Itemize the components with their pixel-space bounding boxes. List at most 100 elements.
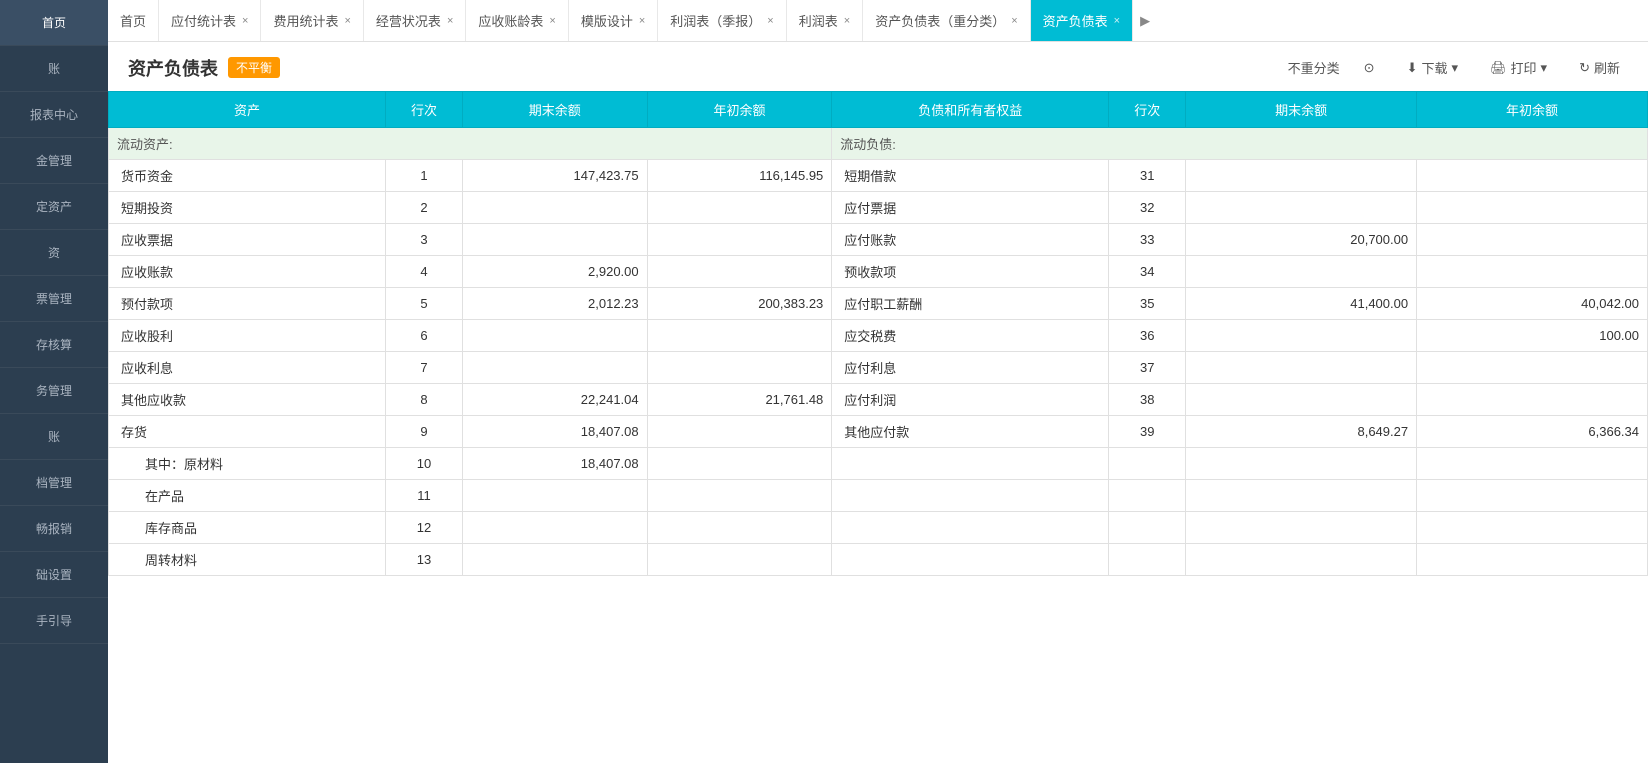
sidebar-item-fund[interactable]: 金管理 [0,138,108,184]
liability-label [832,544,1109,576]
tab-template-design[interactable]: 模版设计× [569,0,658,42]
asset-label: 应收账款 [109,256,386,288]
asset-line-num: 1 [386,160,463,192]
close-icon[interactable]: × [1114,15,1120,27]
sidebar-item-inventory[interactable]: 存核算 [0,322,108,368]
liability-line-num: 35 [1109,288,1186,320]
asset-line-num: 7 [386,352,463,384]
tab-bar: 首页 应付统计表× 费用统计表× 经营状况表× 应收账龄表× 模版设计× 利润表… [108,0,1648,42]
close-icon[interactable]: × [344,15,350,27]
asset-year-start [647,256,832,288]
asset-period-end: 2,920.00 [462,256,647,288]
asset-year-start [647,512,832,544]
asset-period-end [462,512,647,544]
tab-home[interactable]: 首页 [108,0,159,42]
report-table: 资产 行次 期末余额 年初余额 负债和所有者权益 行次 期末余额 年初余额 流动… [108,91,1648,576]
asset-label: 预付款项 [109,288,386,320]
tab-expense-stats[interactable]: 费用统计表× [261,0,363,42]
liability-period-end: 8,649.27 [1186,416,1417,448]
liability-label: 应交税费 [832,320,1109,352]
toolbar-right: 不重分类 ⊙ ⬇ 下载 ▾ 🖨 打印 ▾ ↻ 刷新 [1288,54,1628,81]
asset-line-num: 5 [386,288,463,320]
liability-year-start: 6,366.34 [1417,416,1648,448]
tab-balance[interactable]: 资产负债表× [1031,0,1133,42]
asset-line-num: 4 [386,256,463,288]
close-icon[interactable]: × [767,15,773,27]
download-button[interactable]: ⬇ 下载 ▾ [1399,54,1466,81]
section-left: 流动资产: [109,128,832,160]
close-icon[interactable]: × [639,15,645,27]
liability-label: 应付职工薪酬 [832,288,1109,320]
print-icon: 🖨 [1490,60,1507,76]
tab-ap-stats[interactable]: 应付统计表× [159,0,261,42]
download-icon: ⬇ [1407,60,1418,76]
sidebar-item-reports[interactable]: 报表中心 [0,92,108,138]
asset-period-end: 18,407.08 [462,416,647,448]
asset-label: 应收利息 [109,352,386,384]
liability-label: 应付账款 [832,224,1109,256]
liability-period-end [1186,480,1417,512]
close-icon[interactable]: × [549,15,555,27]
liability-period-end [1186,512,1417,544]
asset-year-start: 116,145.95 [647,160,832,192]
sidebar-item-archive[interactable]: 档管理 [0,460,108,506]
asset-line-num: 6 [386,320,463,352]
tab-ar-aging[interactable]: 应收账龄表× [466,0,568,42]
liability-period-end [1186,256,1417,288]
help-icon: ⊙ [1364,60,1375,76]
print-button[interactable]: 🖨 打印 ▾ [1482,54,1555,81]
tab-income[interactable]: 利润表× [787,0,863,42]
col-period-end: 期末余额 [462,92,647,128]
asset-line-num: 8 [386,384,463,416]
asset-year-start: 21,761.48 [647,384,832,416]
close-icon[interactable]: × [1011,15,1017,27]
tab-balance-reclassified[interactable]: 资产负债表（重分类）× [863,0,1030,42]
tab-ops-status[interactable]: 经营状况表× [364,0,466,42]
sidebar-item-ledger[interactable]: 账 [0,414,108,460]
asset-label: 其他应收款 [109,384,386,416]
sidebar-item-settings[interactable]: 础设置 [0,552,108,598]
asset-year-start [647,224,832,256]
liability-label: 短期借款 [832,160,1109,192]
content-area: 资产负债表 不平衡 不重分类 ⊙ ⬇ 下载 ▾ 🖨 打印 ▾ [108,42,1648,763]
sidebar-item-expense[interactable]: 畅报销 [0,506,108,552]
liability-line-num: 37 [1109,352,1186,384]
liability-year-start: 40,042.00 [1417,288,1648,320]
liability-label: 其他应付款 [832,416,1109,448]
liability-label: 应付利润 [832,384,1109,416]
liability-label [832,480,1109,512]
asset-period-end [462,192,647,224]
asset-label: 其中：原材料 [109,448,386,480]
sidebar-item-home[interactable]: 首页 [0,0,108,46]
sidebar-item-capital[interactable]: 资 [0,230,108,276]
liability-year-start [1417,480,1648,512]
liability-line-num: 39 [1109,416,1186,448]
asset-label: 应收票据 [109,224,386,256]
refresh-button[interactable]: ↻ 刷新 [1571,54,1628,81]
liability-period-end [1186,544,1417,576]
asset-line-num: 10 [386,448,463,480]
tab-scroll-right[interactable]: ▶ [1133,0,1157,42]
sidebar-item-account[interactable]: 账 [0,46,108,92]
asset-label: 存货 [109,416,386,448]
liability-period-end [1186,320,1417,352]
sidebar-item-guide[interactable]: 手引导 [0,598,108,644]
liability-year-start [1417,544,1648,576]
sidebar-item-debt[interactable]: 务管理 [0,368,108,414]
asset-line-num: 2 [386,192,463,224]
close-icon[interactable]: × [844,15,850,27]
liability-line-num [1109,512,1186,544]
liability-year-start [1417,256,1648,288]
sidebar-item-fixed-asset[interactable]: 定资产 [0,184,108,230]
asset-year-start [647,448,832,480]
sidebar-item-invoice[interactable]: 票管理 [0,276,108,322]
tab-income-quarterly[interactable]: 利润表（季报）× [658,0,786,42]
close-icon[interactable]: × [447,15,453,27]
liability-year-start [1417,224,1648,256]
liability-label: 应付利息 [832,352,1109,384]
col-year-start: 年初余额 [647,92,832,128]
close-icon[interactable]: × [242,15,248,27]
asset-period-end [462,480,647,512]
liability-line-num: 31 [1109,160,1186,192]
help-button[interactable]: ⊙ [1356,56,1383,80]
